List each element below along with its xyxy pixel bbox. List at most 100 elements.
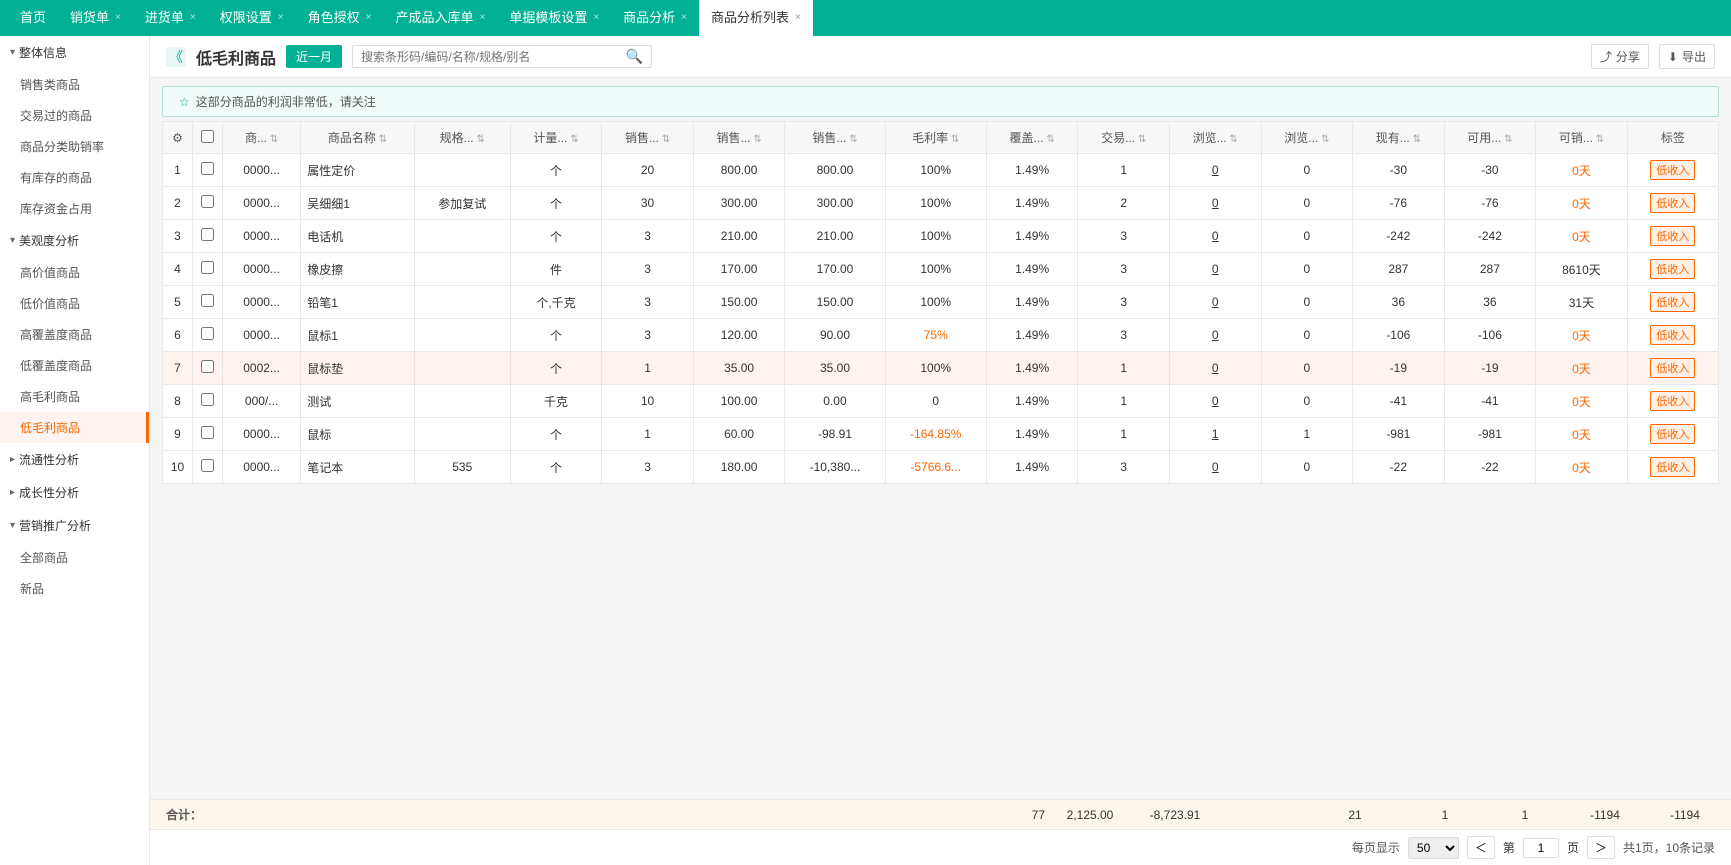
close-template-tab[interactable]: ×: [593, 0, 599, 36]
close-sales-tab[interactable]: ×: [115, 0, 121, 36]
browse1-link[interactable]: 0: [1212, 460, 1219, 474]
sidebar-group-growth[interactable]: ▸ 成长性分析: [0, 476, 149, 509]
row-checkbox-cell[interactable]: [193, 385, 223, 418]
prev-page-btn[interactable]: ＜: [1467, 836, 1495, 859]
row-checkbox[interactable]: [201, 426, 214, 439]
row-checkbox-cell[interactable]: [193, 418, 223, 451]
sidebar-item-high-coverage[interactable]: 高覆盖度商品: [0, 319, 149, 350]
sidebar-item-low-coverage[interactable]: 低覆盖度商品: [0, 350, 149, 381]
close-permissions-tab[interactable]: ×: [278, 0, 284, 36]
row-checkbox-cell[interactable]: [193, 286, 223, 319]
row-checkbox-cell[interactable]: [193, 220, 223, 253]
sidebar-item-traded-products[interactable]: 交易过的商品: [0, 100, 149, 131]
close-roles-tab[interactable]: ×: [366, 0, 372, 36]
browse1-link[interactable]: 1: [1212, 427, 1219, 441]
share-button[interactable]: ⤴ 分享: [1591, 44, 1649, 69]
export-button[interactable]: ⬇ 导出: [1659, 44, 1715, 69]
browse1-link[interactable]: 0: [1212, 394, 1219, 408]
close-product-entry-tab[interactable]: ×: [479, 0, 485, 36]
col-trade[interactable]: 交易...: [1078, 122, 1170, 154]
row-browse1[interactable]: 0: [1169, 220, 1261, 253]
row-checkbox[interactable]: [201, 294, 214, 307]
browse1-link[interactable]: 0: [1212, 163, 1219, 177]
row-browse1[interactable]: 0: [1169, 154, 1261, 187]
nav-roles[interactable]: 角色授权 ×: [296, 0, 384, 36]
nav-analysis-list[interactable]: 商品分析列表 ×: [699, 0, 813, 36]
row-browse1[interactable]: 0: [1169, 253, 1261, 286]
row-browse1[interactable]: 0: [1169, 352, 1261, 385]
col-code[interactable]: 商...: [223, 122, 301, 154]
sidebar-item-low-margin[interactable]: 低毛利商品: [0, 412, 149, 443]
row-browse1[interactable]: 0: [1169, 319, 1261, 352]
browse1-link[interactable]: 0: [1212, 328, 1219, 342]
col-price[interactable]: 销售...: [693, 122, 785, 154]
row-browse1[interactable]: 0: [1169, 286, 1261, 319]
sidebar-item-all-products[interactable]: 全部商品: [0, 542, 149, 573]
nav-sales[interactable]: 销货单 ×: [58, 0, 133, 36]
nav-product-entry[interactable]: 产成品入库单 ×: [383, 0, 497, 36]
page-size-select[interactable]: 10 20 50 100: [1408, 837, 1459, 859]
row-checkbox[interactable]: [201, 393, 214, 406]
sidebar-collapse-btn[interactable]: 《: [166, 47, 186, 67]
sidebar-group-marketing[interactable]: ▾ 营销推广分析: [0, 509, 149, 542]
row-checkbox-cell[interactable]: [193, 319, 223, 352]
col-coverage[interactable]: 覆盖...: [986, 122, 1078, 154]
close-analysis-tab[interactable]: ×: [681, 0, 687, 36]
select-all-checkbox[interactable]: [201, 130, 214, 143]
sidebar-item-high-margin[interactable]: 高毛利商品: [0, 381, 149, 412]
row-checkbox[interactable]: [201, 195, 214, 208]
row-checkbox[interactable]: [201, 228, 214, 241]
search-icon[interactable]: 🔍: [626, 48, 643, 65]
col-available[interactable]: 可用...: [1444, 122, 1536, 154]
row-browse1[interactable]: 1: [1169, 418, 1261, 451]
close-purchase-tab[interactable]: ×: [190, 0, 196, 36]
sidebar-item-low-value[interactable]: 低价值商品: [0, 288, 149, 319]
nav-home[interactable]: 首页: [8, 0, 58, 36]
browse1-link[interactable]: 0: [1212, 295, 1219, 309]
row-checkbox[interactable]: [201, 261, 214, 274]
row-browse1[interactable]: 0: [1169, 187, 1261, 220]
row-checkbox-cell[interactable]: [193, 253, 223, 286]
sidebar-item-high-value[interactable]: 高价值商品: [0, 257, 149, 288]
row-checkbox-cell[interactable]: [193, 451, 223, 484]
sidebar-group-overview[interactable]: ▾ 整体信息: [0, 36, 149, 69]
row-checkbox-cell[interactable]: [193, 352, 223, 385]
sidebar-item-new-products[interactable]: 新品: [0, 573, 149, 604]
nav-template-settings[interactable]: 单据模板设置 ×: [497, 0, 611, 36]
next-page-btn[interactable]: ＞: [1587, 836, 1615, 859]
browse1-link[interactable]: 0: [1212, 262, 1219, 276]
browse1-link[interactable]: 0: [1212, 196, 1219, 210]
browse1-link[interactable]: 0: [1212, 229, 1219, 243]
col-name[interactable]: 商品名称: [301, 122, 415, 154]
col-settings[interactable]: ⚙: [163, 122, 193, 154]
nav-product-analysis[interactable]: 商品分析 ×: [611, 0, 699, 36]
sidebar-item-category-sales-rate[interactable]: 商品分类助销率: [0, 131, 149, 162]
col-gross[interactable]: 毛利率: [885, 122, 986, 154]
col-saleable[interactable]: 可销...: [1536, 122, 1628, 154]
col-unit[interactable]: 计量...: [510, 122, 602, 154]
col-spec[interactable]: 规格...: [414, 122, 510, 154]
sidebar-item-capital-usage[interactable]: 库存资金占用: [0, 193, 149, 224]
col-current[interactable]: 现有...: [1353, 122, 1445, 154]
row-browse1[interactable]: 0: [1169, 451, 1261, 484]
sidebar-group-circulation[interactable]: ▸ 流通性分析: [0, 443, 149, 476]
close-analysis-list-tab[interactable]: ×: [795, 0, 801, 36]
sidebar-item-sales-products[interactable]: 销售类商品: [0, 69, 149, 100]
date-filter-btn[interactable]: 近一月: [286, 45, 342, 68]
col-amount[interactable]: 销售...: [785, 122, 885, 154]
sidebar-item-in-stock[interactable]: 有库存的商品: [0, 162, 149, 193]
col-select-all[interactable]: [193, 122, 223, 154]
nav-purchase[interactable]: 进货单 ×: [133, 0, 208, 36]
row-checkbox[interactable]: [201, 162, 214, 175]
col-qty[interactable]: 销售...: [602, 122, 694, 154]
page-number-input[interactable]: [1523, 838, 1559, 858]
browse1-link[interactable]: 0: [1212, 361, 1219, 375]
row-checkbox[interactable]: [201, 459, 214, 472]
row-checkbox[interactable]: [201, 360, 214, 373]
col-browse2[interactable]: 浏览...: [1261, 122, 1353, 154]
row-checkbox[interactable]: [201, 327, 214, 340]
search-input[interactable]: [361, 50, 626, 64]
row-browse1[interactable]: 0: [1169, 385, 1261, 418]
sidebar-group-beauty[interactable]: ▾ 美观度分析: [0, 224, 149, 257]
col-browse1[interactable]: 浏览...: [1169, 122, 1261, 154]
